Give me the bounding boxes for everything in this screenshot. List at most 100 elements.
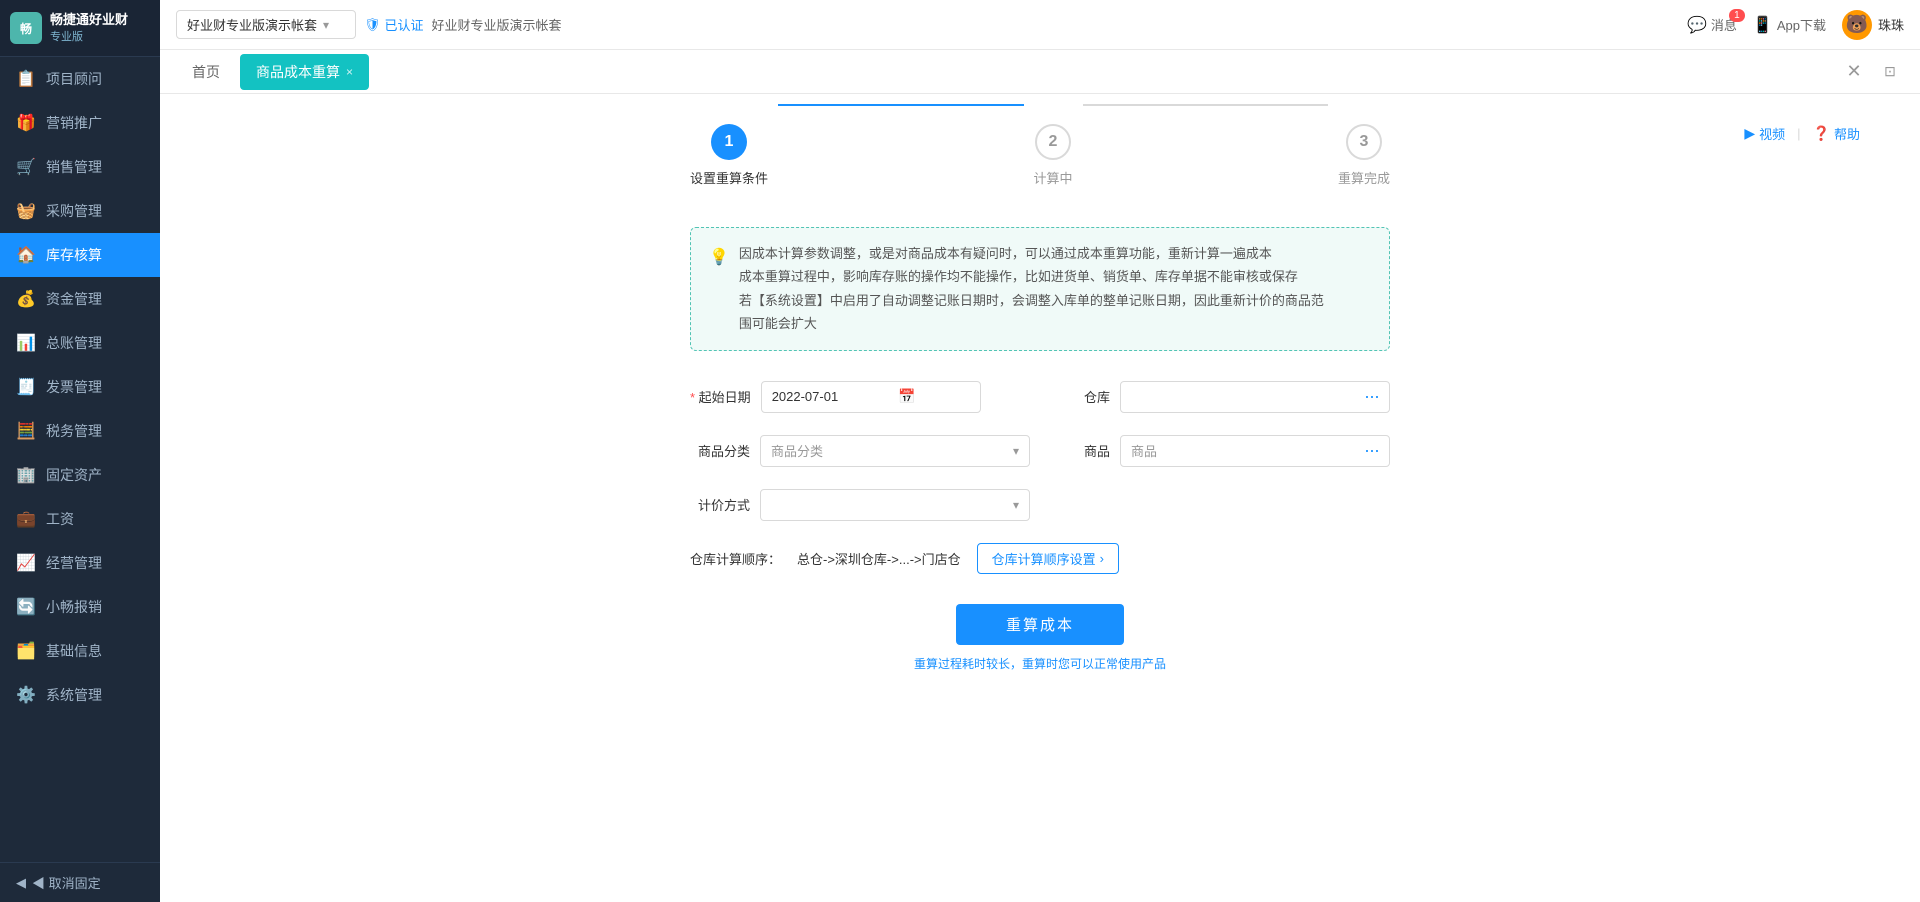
info-line-3: 若【系统设置】中启用了自动调整记账日期时，会调整入库单的整单记账日期，因此重新计… — [739, 289, 1324, 312]
avatar: 🐻 — [1842, 10, 1872, 40]
info-line-4: 围可能会扩大 — [739, 312, 1324, 335]
field-start-date: 起始日期 2022-07-01 📅 — [690, 381, 1030, 413]
sidebar-item-tax[interactable]: 🧮 税务管理 — [0, 409, 160, 453]
field-warehouse: 仓库 ··· — [1050, 381, 1390, 413]
tab-bar: 首页 商品成本重算 × ✕ ⊡ — [160, 50, 1920, 94]
finance-icon: 💰 — [16, 289, 36, 309]
sidebar-item-label: 小畅报销 — [46, 597, 102, 617]
tab-close-window-button[interactable]: ✕ — [1840, 58, 1868, 86]
field-goods: 商品 商品 ··· — [1050, 435, 1390, 467]
sidebar-item-expense[interactable]: 🔄 小畅报销 — [0, 585, 160, 629]
sidebar-item-marketing[interactable]: 🎁 营销推广 — [0, 101, 160, 145]
sidebar-item-project[interactable]: 📋 项目顾问 — [0, 57, 160, 101]
sidebar-item-sales[interactable]: 🛒 销售管理 — [0, 145, 160, 189]
pin-icon: ◀ — [16, 875, 26, 891]
sidebar-subtitle: 专业版 — [50, 28, 128, 44]
sidebar-item-label: 销售管理 — [46, 157, 102, 177]
sidebar-item-invoice[interactable]: 🧾 发票管理 — [0, 365, 160, 409]
account-dropdown-icon: ▾ — [323, 18, 329, 32]
warehouse-order-row: 仓库计算顺序： 总仓->深圳仓库->...->门店仓 仓库计算顺序设置 › — [690, 543, 1390, 574]
tab-home[interactable]: 首页 — [176, 54, 236, 90]
sidebar-item-inventory[interactable]: 🏠 库存核算 — [0, 233, 160, 277]
sidebar-item-assets[interactable]: 🏢 固定资产 — [0, 453, 160, 497]
warehouse-picker-icon[interactable]: ··· — [1364, 386, 1379, 407]
help-link[interactable]: ❓ 帮助 — [1813, 124, 1860, 143]
step-1-circle: 1 — [711, 124, 747, 160]
info-line-2: 成本重算过程中，影响库存账的操作均不能操作，比如进货单、销货单、库存单据不能审核… — [739, 265, 1324, 288]
content-inner: 1 设置重算条件 2 计算中 — [220, 124, 1860, 672]
sidebar-item-label: 固定资产 — [46, 465, 102, 485]
sidebar-item-basic[interactable]: 🗂️ 基础信息 — [0, 629, 160, 673]
user-profile[interactable]: 🐻 珠珠 — [1842, 10, 1904, 40]
submit-hint: 重算过程耗时较长，重算时您可以正常使用产品 — [690, 655, 1390, 672]
accounting-icon: 📊 — [16, 333, 36, 353]
app-download-button[interactable]: 📱 App下载 — [1753, 15, 1826, 35]
warehouse-label: 仓库 — [1050, 387, 1110, 406]
sidebar-title: 畅捷通好业财 — [50, 12, 128, 28]
stepper-container: 1 设置重算条件 2 计算中 — [690, 124, 1390, 187]
stepper: 1 设置重算条件 2 计算中 — [220, 124, 1860, 187]
goods-input[interactable]: 商品 ··· — [1120, 435, 1390, 467]
video-link[interactable]: ▶ 视频 — [1744, 124, 1785, 143]
form-row-1: 起始日期 2022-07-01 📅 仓库 ··· — [690, 381, 1390, 413]
project-icon: 📋 — [16, 69, 36, 89]
start-date-label: 起始日期 — [690, 387, 751, 406]
sidebar-item-label: 经营管理 — [46, 553, 102, 573]
sidebar-item-label: 资金管理 — [46, 289, 102, 309]
sidebar-header: 畅 畅捷通好业财 专业版 — [0, 0, 160, 57]
sidebar-brand: 畅捷通好业财 专业版 — [50, 12, 128, 44]
sidebar-item-system[interactable]: ⚙️ 系统管理 — [0, 673, 160, 717]
sidebar-item-operations[interactable]: 📈 经营管理 — [0, 541, 160, 585]
basic-icon: 🗂️ — [16, 641, 36, 661]
submit-button[interactable]: 重算成本 — [956, 604, 1124, 645]
account-display-name: 好业财专业版演示帐套 — [432, 15, 562, 34]
info-icon: 💡 — [709, 244, 729, 336]
stepper-section: 1 设置重算条件 2 计算中 — [220, 124, 1860, 187]
sidebar-nav: 📋 项目顾问 🎁 营销推广 🛒 销售管理 🧺 采购管理 🏠 库存核算 💰 资金管… — [0, 57, 160, 862]
chevron-right-icon: › — [1100, 551, 1104, 566]
inventory-icon: 🏠 — [16, 245, 36, 265]
sidebar-item-label: 项目顾问 — [46, 69, 102, 89]
message-icon: 💬 — [1687, 15, 1707, 35]
sidebar-item-salary[interactable]: 💼 工资 — [0, 497, 160, 541]
verified-badge: 🛡 已认证 — [364, 15, 424, 34]
warehouse-input[interactable]: ··· — [1120, 381, 1390, 413]
topbar-left: 好业财专业版演示帐套 ▾ 🛡 已认证 好业财专业版演示帐套 — [176, 10, 1677, 39]
category-label: 商品分类 — [690, 441, 750, 460]
step-2-circle: 2 — [1035, 124, 1071, 160]
message-button[interactable]: 💬 消息 1 — [1687, 15, 1737, 35]
tab-close-icon[interactable]: × — [346, 65, 353, 79]
sidebar-pin-toggle[interactable]: ◀ ◀ 取消固定 — [0, 862, 160, 902]
pricing-select[interactable]: ▾ — [760, 489, 1030, 521]
sidebar-item-label: 发票管理 — [46, 377, 102, 397]
warehouse-order-settings-button[interactable]: 仓库计算顺序设置 › — [977, 543, 1119, 574]
tab-home-label: 首页 — [192, 62, 220, 82]
sidebar-item-finance[interactable]: 💰 资金管理 — [0, 277, 160, 321]
submit-btn-label: 重算成本 — [1006, 617, 1074, 634]
sidebar-item-label: 系统管理 — [46, 685, 102, 705]
tab-actions: ✕ ⊡ — [1840, 58, 1904, 86]
question-icon: ❓ — [1813, 125, 1830, 142]
calendar-icon[interactable]: 📅 — [898, 388, 915, 405]
sidebar-item-purchase[interactable]: 🧺 采购管理 — [0, 189, 160, 233]
tab-expand-button[interactable]: ⊡ — [1876, 58, 1904, 86]
app-download-label: App下载 — [1777, 15, 1826, 34]
step-3: 3 重算完成 — [1338, 124, 1390, 187]
account-selector[interactable]: 好业财专业版演示帐套 ▾ — [176, 10, 356, 39]
sales-icon: 🛒 — [16, 157, 36, 177]
info-box: 💡 因成本计算参数调整，或是对商品成本有疑问时，可以通过成本重算功能，重新计算一… — [690, 227, 1390, 351]
tab-cost-recalc[interactable]: 商品成本重算 × — [240, 54, 369, 90]
category-select[interactable]: 商品分类 ▾ — [760, 435, 1030, 467]
warehouse-order-label: 仓库计算顺序： — [690, 549, 781, 568]
help-label: 帮助 — [1834, 124, 1860, 143]
info-content: 因成本计算参数调整，或是对商品成本有疑问时，可以通过成本重算功能，重新计算一遍成… — [739, 242, 1324, 336]
sidebar-item-label: 总账管理 — [46, 333, 102, 353]
sidebar-item-label: 工资 — [46, 509, 74, 529]
field-pricing: 计价方式 ▾ — [690, 489, 1030, 521]
sidebar-item-accounting[interactable]: 📊 总账管理 — [0, 321, 160, 365]
step-2-label: 计算中 — [1034, 168, 1073, 187]
main-area: 好业财专业版演示帐套 ▾ 🛡 已认证 好业财专业版演示帐套 💬 消息 1 📱 A… — [160, 0, 1920, 902]
warehouse-order-btn-label: 仓库计算顺序设置 — [992, 549, 1096, 568]
sidebar-item-label: 采购管理 — [46, 201, 102, 221]
goods-picker-icon[interactable]: ··· — [1364, 440, 1379, 461]
